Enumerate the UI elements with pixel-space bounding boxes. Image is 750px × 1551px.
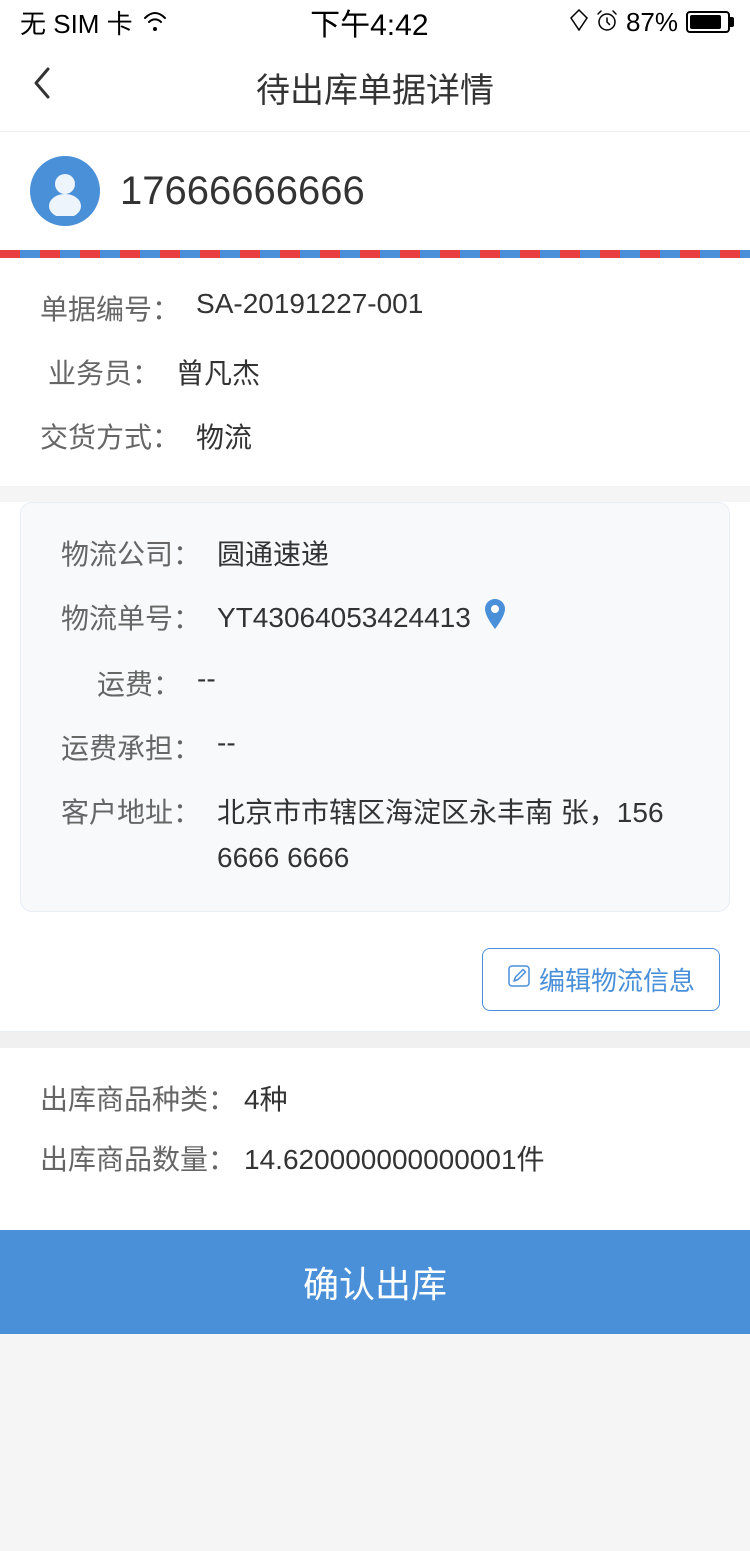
address-row: 客户地址： 北京市市辖区海淀区永丰南 张，156 6666 6666 <box>61 791 689 881</box>
confirm-button-label: 确认出库 <box>303 1256 447 1308</box>
back-button[interactable] <box>30 63 54 112</box>
delivery-method-label: 交货方式： <box>40 416 180 456</box>
status-left: 无 SIM 卡 <box>20 4 169 41</box>
freight-bearer-label: 运费承担： <box>61 727 201 767</box>
edit-logistics-container: 编辑物流信息 <box>0 928 750 1032</box>
user-header: 17666666666 <box>0 132 750 250</box>
logistics-company-value: 圆通速递 <box>217 533 689 573</box>
order-number-row: 单据编号： SA-20191227-001 <box>40 288 710 328</box>
product-type-row: 出库商品种类： 4种 <box>40 1078 710 1118</box>
freight-bearer-row: 运费承担： -- <box>61 727 689 767</box>
edit-logistics-label: 编辑物流信息 <box>539 961 695 998</box>
battery-percent: 87% <box>626 7 678 38</box>
bottom-spacer <box>0 1331 750 1551</box>
logistics-company-label: 物流公司： <box>61 533 201 573</box>
address-label: 客户地址： <box>61 791 201 831</box>
product-qty-value: 14.620000000000001件 <box>244 1138 545 1178</box>
order-number-label: 单据编号： <box>40 288 180 328</box>
tracking-value: YT43064053424413 <box>217 597 689 639</box>
location-pin-icon[interactable] <box>481 597 509 639</box>
tracking-label: 物流单号： <box>61 597 201 637</box>
user-phone: 17666666666 <box>120 169 365 214</box>
freight-row: 运费： -- <box>61 663 689 703</box>
order-info-card: 单据编号： SA-20191227-001 业务员： 曾凡杰 交货方式： 物流 <box>0 258 750 486</box>
salesperson-row: 业务员： 曾凡杰 <box>40 352 710 392</box>
alarm-icon <box>596 7 618 38</box>
edit-icon <box>507 964 531 995</box>
avatar <box>30 156 100 226</box>
confirm-button[interactable]: 确认出库 <box>0 1230 750 1334</box>
order-number-value: SA-20191227-001 <box>196 288 710 320</box>
edit-logistics-button[interactable]: 编辑物流信息 <box>482 948 720 1011</box>
salesperson-value: 曾凡杰 <box>176 352 710 392</box>
product-qty-label: 出库商品数量： <box>40 1138 236 1178</box>
status-right: 87% <box>570 7 730 38</box>
freight-bearer-value: -- <box>217 727 689 759</box>
logistics-card: 物流公司： 圆通速递 物流单号： YT43064053424413 运费： <box>20 502 730 912</box>
product-card: 出库商品种类： 4种 出库商品数量： 14.620000000000001件 <box>0 1048 750 1228</box>
nav-bar: 待出库单据详情 <box>0 44 750 132</box>
carrier-text: 无 SIM 卡 <box>20 4 133 41</box>
main-content: 17666666666 单据编号： SA-20191227-001 业务员： 曾… <box>0 132 750 1551</box>
product-type-label: 出库商品种类： <box>40 1078 236 1118</box>
page-title: 待出库单据详情 <box>256 63 494 112</box>
battery-icon <box>686 11 730 33</box>
tracking-row: 物流单号： YT43064053424413 <box>61 597 689 639</box>
location-icon <box>570 7 588 38</box>
product-qty-row: 出库商品数量： 14.620000000000001件 <box>40 1138 710 1178</box>
logistics-company-row: 物流公司： 圆通速递 <box>61 533 689 573</box>
freight-label: 运费： <box>61 663 181 703</box>
wifi-icon <box>141 7 169 38</box>
section-divider <box>0 1032 750 1048</box>
status-time: 下午4:42 <box>310 0 428 44</box>
salesperson-label: 业务员： <box>40 352 160 392</box>
address-value: 北京市市辖区海淀区永丰南 张，156 6666 6666 <box>217 791 689 881</box>
dashed-separator <box>0 250 750 258</box>
delivery-method-value: 物流 <box>196 416 710 456</box>
delivery-method-row: 交货方式： 物流 <box>40 416 710 456</box>
status-bar: 无 SIM 卡 下午4:42 87% <box>0 0 750 44</box>
product-type-value: 4种 <box>244 1078 288 1118</box>
freight-value: -- <box>197 663 689 695</box>
